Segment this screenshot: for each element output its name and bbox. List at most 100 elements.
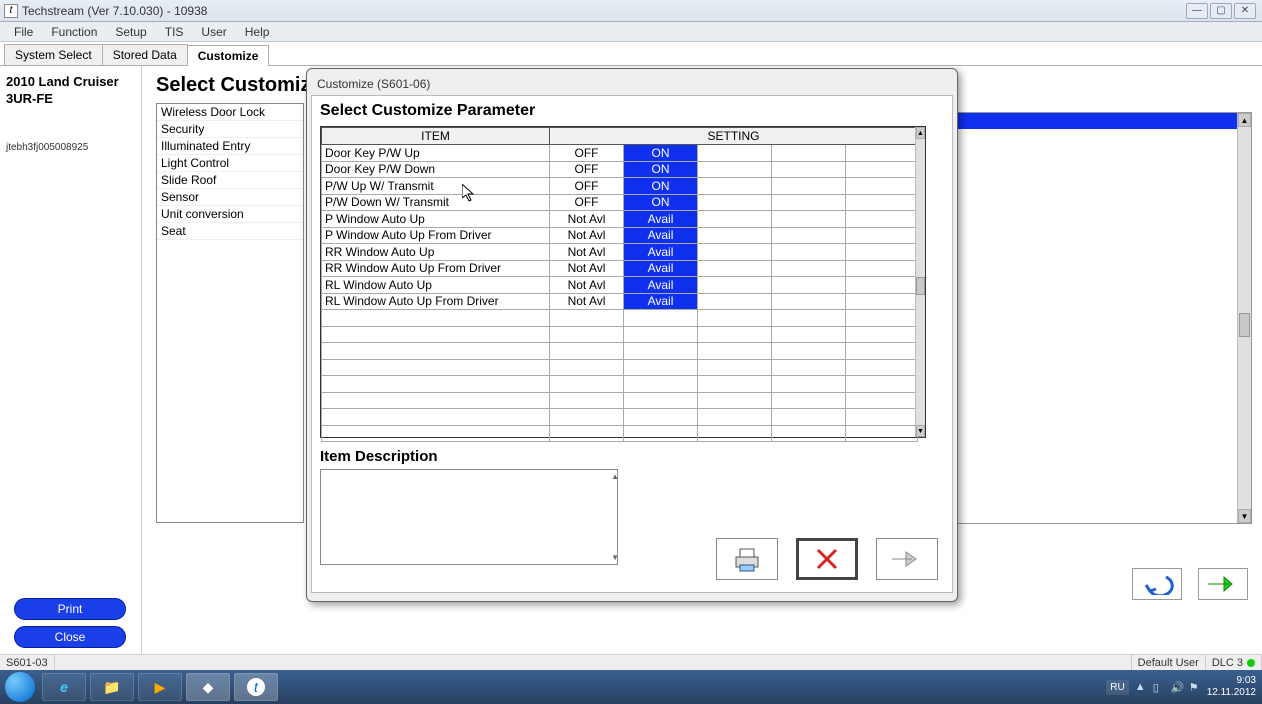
- table-row[interactable]: P/W Up W/ TransmitOFFON: [322, 178, 918, 195]
- setting-cell[interactable]: [698, 178, 772, 195]
- dialog-cancel-button[interactable]: [796, 538, 858, 580]
- setting-cell[interactable]: [846, 293, 918, 310]
- setting-cell[interactable]: ON: [624, 161, 698, 178]
- setting-cell[interactable]: OFF: [550, 178, 624, 195]
- setting-cell[interactable]: [772, 227, 846, 244]
- table-row[interactable]: [322, 326, 918, 343]
- item-cell[interactable]: P/W Down W/ Transmit: [322, 194, 550, 211]
- close-button[interactable]: Close: [14, 626, 126, 648]
- setting-cell[interactable]: Avail: [624, 211, 698, 228]
- flag-icon[interactable]: ⚑: [1189, 681, 1201, 694]
- table-row[interactable]: [322, 310, 918, 327]
- scroll-down-icon[interactable]: ▼: [916, 425, 925, 437]
- setting-cell[interactable]: Not Avl: [550, 244, 624, 261]
- desc-scroll-up-icon[interactable]: ▲: [611, 472, 619, 481]
- setting-cell[interactable]: [846, 260, 918, 277]
- setting-cell[interactable]: [698, 260, 772, 277]
- list-item[interactable]: Light Control: [157, 155, 303, 172]
- menu-help[interactable]: Help: [237, 23, 278, 41]
- taskbar-explorer[interactable]: 📁: [90, 673, 134, 701]
- table-row[interactable]: [322, 425, 918, 442]
- setting-cell[interactable]: Avail: [624, 277, 698, 294]
- table-row[interactable]: RL Window Auto UpNot AvlAvail: [322, 277, 918, 294]
- nav-next-button[interactable]: [1198, 568, 1248, 600]
- close-window-button[interactable]: ✕: [1234, 3, 1256, 19]
- item-cell[interactable]: RL Window Auto Up: [322, 277, 550, 294]
- setting-cell[interactable]: Avail: [624, 244, 698, 261]
- scroll-up-icon[interactable]: ▲: [916, 127, 925, 139]
- setting-cell[interactable]: [698, 194, 772, 211]
- table-row[interactable]: [322, 359, 918, 376]
- setting-cell[interactable]: [772, 277, 846, 294]
- setting-cell[interactable]: OFF: [550, 194, 624, 211]
- setting-cell[interactable]: [772, 145, 846, 162]
- setting-cell[interactable]: [846, 161, 918, 178]
- table-row[interactable]: P/W Down W/ TransmitOFFON: [322, 194, 918, 211]
- setting-cell[interactable]: [772, 161, 846, 178]
- table-row[interactable]: P Window Auto UpNot AvlAvail: [322, 211, 918, 228]
- list-item[interactable]: Unit conversion: [157, 206, 303, 223]
- setting-cell[interactable]: [846, 178, 918, 195]
- table-row[interactable]: [322, 392, 918, 409]
- table-row[interactable]: RR Window Auto UpNot AvlAvail: [322, 244, 918, 261]
- print-button[interactable]: Print: [14, 598, 126, 620]
- setting-cell[interactable]: [698, 161, 772, 178]
- setting-cell[interactable]: [698, 293, 772, 310]
- setting-cell[interactable]: [772, 211, 846, 228]
- table-row[interactable]: [322, 376, 918, 393]
- tab-customize[interactable]: Customize: [187, 45, 270, 66]
- setting-cell[interactable]: [846, 227, 918, 244]
- table-row[interactable]: [322, 343, 918, 360]
- setting-cell[interactable]: [698, 145, 772, 162]
- table-row[interactable]: Door Key P/W UpOFFON: [322, 145, 918, 162]
- item-cell[interactable]: P Window Auto Up: [322, 211, 550, 228]
- menu-tis[interactable]: TIS: [157, 23, 192, 41]
- setting-cell[interactable]: Avail: [624, 227, 698, 244]
- setting-cell[interactable]: OFF: [550, 145, 624, 162]
- tab-stored-data[interactable]: Stored Data: [102, 44, 188, 65]
- setting-cell[interactable]: [772, 293, 846, 310]
- table-row[interactable]: P Window Auto Up From DriverNot AvlAvail: [322, 227, 918, 244]
- list-item[interactable]: Sensor: [157, 189, 303, 206]
- taskbar-techstream[interactable]: t: [234, 673, 278, 701]
- setting-cell[interactable]: [772, 178, 846, 195]
- table-row[interactable]: Door Key P/W DownOFFON: [322, 161, 918, 178]
- item-cell[interactable]: RR Window Auto Up: [322, 244, 550, 261]
- list-item[interactable]: Security: [157, 121, 303, 138]
- scroll-down-icon[interactable]: ▼: [1238, 509, 1251, 523]
- setting-cell[interactable]: [772, 260, 846, 277]
- battery-icon[interactable]: ▯: [1153, 681, 1165, 694]
- dialog-next-button[interactable]: [876, 538, 938, 580]
- scroll-thumb[interactable]: [1239, 313, 1250, 337]
- menu-user[interactable]: User: [193, 23, 234, 41]
- setting-cell[interactable]: [772, 194, 846, 211]
- setting-cell[interactable]: ON: [624, 145, 698, 162]
- setting-cell[interactable]: [846, 145, 918, 162]
- taskbar-ie[interactable]: e: [42, 673, 86, 701]
- language-indicator[interactable]: RU: [1106, 680, 1128, 695]
- menu-function[interactable]: Function: [43, 23, 105, 41]
- setting-cell[interactable]: [772, 244, 846, 261]
- setting-cell[interactable]: Not Avl: [550, 277, 624, 294]
- setting-cell[interactable]: [846, 194, 918, 211]
- setting-cell[interactable]: Not Avl: [550, 293, 624, 310]
- setting-cell[interactable]: Not Avl: [550, 260, 624, 277]
- list-item[interactable]: Wireless Door Lock: [157, 104, 303, 121]
- minimize-button[interactable]: —: [1186, 3, 1208, 19]
- setting-cell[interactable]: Avail: [624, 293, 698, 310]
- setting-cell[interactable]: Not Avl: [550, 227, 624, 244]
- scrollbar[interactable]: ▲ ▼: [1237, 113, 1251, 523]
- setting-cell[interactable]: [698, 277, 772, 294]
- clock[interactable]: 9:03 12.11.2012: [1207, 675, 1256, 699]
- item-cell[interactable]: RL Window Auto Up From Driver: [322, 293, 550, 310]
- desc-scroll-down-icon[interactable]: ▼: [611, 553, 619, 562]
- setting-cell[interactable]: [846, 244, 918, 261]
- setting-cell[interactable]: OFF: [550, 161, 624, 178]
- taskbar-app1[interactable]: ◆: [186, 673, 230, 701]
- tab-system-select[interactable]: System Select: [4, 44, 103, 65]
- tray-up-icon[interactable]: ▲: [1135, 681, 1147, 693]
- table-row[interactable]: RL Window Auto Up From DriverNot AvlAvai…: [322, 293, 918, 310]
- setting-cell[interactable]: ON: [624, 194, 698, 211]
- setting-cell[interactable]: Avail: [624, 260, 698, 277]
- maximize-button[interactable]: ▢: [1210, 3, 1232, 19]
